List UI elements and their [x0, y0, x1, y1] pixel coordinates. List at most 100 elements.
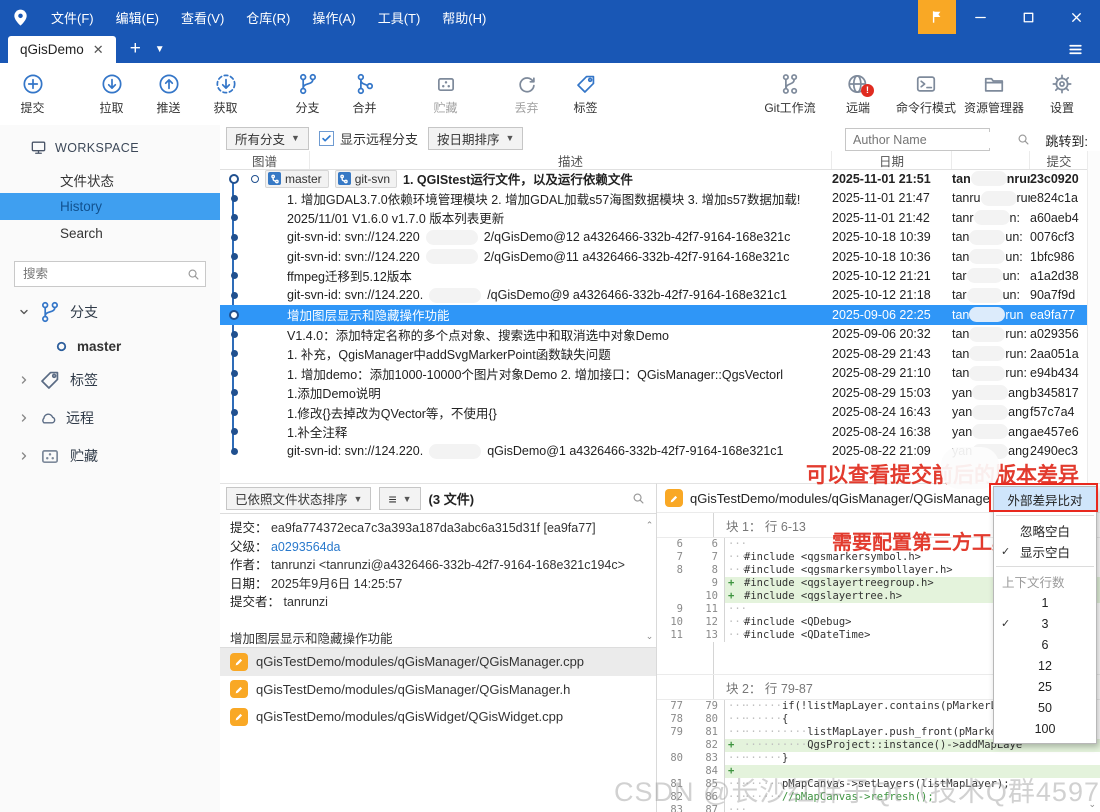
tag-icon [39, 369, 61, 391]
sidebar-section-贮藏[interactable]: 贮藏 [0, 437, 220, 475]
chevron-right-icon[interactable] [18, 450, 30, 462]
flag-button[interactable] [918, 0, 956, 34]
history-row[interactable]: 1.添加Demo说明 2025-08-29 15:03 yan ang b345817 [220, 383, 1088, 402]
scroll-up-icon[interactable]: ⌃ [646, 516, 654, 535]
sidebar-section-远程[interactable]: 远程 [0, 399, 220, 437]
menubar-item[interactable]: 文件(F) [40, 0, 105, 34]
commit-hash: f57c7a4 [1030, 405, 1075, 420]
file-row[interactable]: qGisTestDemo/modules/qGisManager/QGisMan… [220, 676, 656, 704]
censor-blob [970, 171, 1007, 187]
tab-qgisdemo[interactable]: qGisDemo ✕ [8, 36, 116, 63]
toolbar-gitflow-button[interactable]: Git工作流 [756, 72, 824, 116]
menubar-item[interactable]: 帮助(H) [431, 0, 497, 34]
menubar-item[interactable]: 编辑(E) [105, 0, 170, 34]
sidebar-search[interactable] [14, 261, 206, 287]
chevron-right-icon[interactable] [18, 412, 30, 424]
history-row[interactable]: 1.补全注释 2025-08-24 16:38 yan ang ae457e6 [220, 422, 1088, 441]
history-row[interactable]: git-svn-id: svn://124.220 2/qGisDemo@11 a… [220, 247, 1088, 266]
code-text: #include <qgslayertree.h> [744, 590, 903, 602]
detail-scrollbar[interactable]: ⌃ ⌄ [644, 516, 655, 645]
toolbar-remote-button[interactable]: ! 远端 [824, 72, 892, 116]
commit-description: 1. 增加GDAL3.7.0依赖环境管理模块 2. 增加GDAL加载s57海图数… [248, 189, 832, 208]
parent-commit-link[interactable]: a0293564da [271, 540, 341, 554]
author-filter[interactable] [845, 128, 1029, 151]
branch-badge-git-svn[interactable]: git-svn [334, 169, 398, 188]
toolbar-item-label: 标签 [573, 101, 598, 115]
toolbar-push-button[interactable]: 推送 [140, 72, 197, 116]
author-fragment: nrur [1006, 171, 1030, 186]
detail-line: 父级： a0293564da [230, 538, 642, 557]
hamburger-menu-icon[interactable] [1067, 41, 1084, 58]
minimize-button[interactable] [956, 0, 1004, 34]
history-row[interactable]: master git-svn 1. QGIStest运行文件，以及运行依赖文件 202… [220, 169, 1088, 188]
history-row[interactable]: 增加图层显示和隐藏操作功能 2025-09-06 22:25 tan run ea9fa… [220, 305, 1088, 325]
censor-blob [969, 365, 1006, 381]
graph-node [220, 227, 248, 246]
branch-filter-dropdown[interactable]: 所有分支 ▼ [226, 126, 309, 150]
commit-dot-icon [230, 272, 238, 280]
commit-dot-icon [230, 253, 238, 261]
tab-close-icon[interactable]: ✕ [93, 42, 104, 58]
toolbar-terminal-button[interactable]: 命令行模式 [892, 72, 960, 116]
history-row[interactable]: git-svn-id: svn://124.220 2/qGisDemo@12 a… [220, 227, 1088, 246]
history-row[interactable]: 1.修改{}去掉改为QVector等，不使用{} 2025-08-24 16:43… [220, 402, 1088, 421]
chevron-right-icon[interactable] [18, 374, 30, 386]
file-row[interactable]: qGisTestDemo/modules/qGisManager/QGisMan… [220, 648, 656, 676]
history-row[interactable]: 1. 增加GDAL3.7.0依赖环境管理模块 2. 增加GDAL加载s57海图数… [220, 188, 1088, 207]
commit-date: 2025-11-01 21:47 [832, 191, 930, 206]
toolbar-settings-button[interactable]: 设置 [1028, 72, 1096, 116]
view-mode-dropdown[interactable]: ≡ ▼ [379, 487, 421, 510]
history-row[interactable]: 2025/11/01 V1.6.0 v1.7.0 版本列表更新 2025-11-0… [220, 208, 1088, 227]
history-row[interactable]: ffmpeg迁移到5.12版本 2025-10-12 21:21 tar un: a1a… [220, 266, 1088, 285]
sidebar-item-search[interactable]: Search [0, 220, 220, 247]
show-remote-checkbox[interactable]: 显示远程分支 [318, 129, 418, 148]
menu-item-1[interactable]: 1 [994, 592, 1096, 613]
menu-item-显示空白[interactable]: ✓ 显示空白 [994, 541, 1096, 562]
menu-item-25[interactable]: 25 [994, 676, 1096, 697]
author-filter-input[interactable] [851, 131, 1016, 148]
toolbar-tag-button[interactable]: 标签 [557, 72, 614, 116]
menubar-item[interactable]: 仓库(R) [235, 0, 301, 34]
sidebar-search-input[interactable] [21, 266, 186, 282]
menu-item-6[interactable]: 6 [994, 634, 1096, 655]
file-sort-dropdown[interactable]: 已依照文件状态排序 ▼ [226, 487, 372, 510]
close-button[interactable] [1052, 0, 1100, 34]
sort-dropdown[interactable]: 按日期排序 ▼ [427, 126, 524, 150]
menu-item-label: 忽略空白 [1019, 525, 1070, 539]
toolbar-fetch-button[interactable]: 获取 [197, 72, 254, 116]
toolbar-branch-button[interactable]: 分支 [279, 72, 336, 116]
whitespace-dots: ·········· [744, 739, 808, 751]
menubar-item[interactable]: 查看(V) [170, 0, 235, 34]
menu-item-忽略空白[interactable]: 忽略空白 [994, 520, 1096, 541]
toolbar-explorer-button[interactable]: 资源管理器 [960, 72, 1028, 116]
sidebar-item-文件状态[interactable]: 文件状态 [0, 166, 220, 193]
file-row[interactable]: qGisTestDemo/modules/qGisWidget/QGisWidg… [220, 703, 656, 731]
scroll-down-icon[interactable]: ⌄ [646, 627, 654, 646]
menubar-item[interactable]: 操作(A) [301, 0, 366, 34]
history-row[interactable]: git-svn-id: svn://124.220. /qGisDemo@9 a4… [220, 286, 1088, 305]
menubar-item[interactable]: 工具(T) [367, 0, 432, 34]
sidebar-section-标签[interactable]: 标签 [0, 361, 220, 399]
chevron-down-icon[interactable] [18, 306, 30, 318]
menu-item-12[interactable]: 12 [994, 655, 1096, 676]
maximize-button[interactable] [1004, 0, 1052, 34]
history-row[interactable]: 1. 增加demo：添加1000-10000个图片对象Demo 2. 增加接口：… [220, 364, 1088, 383]
code-text: #include <qgslayertreegroup.h> [744, 577, 934, 589]
tab-dropdown-icon[interactable]: ▼ [155, 44, 165, 55]
new-tab-button[interactable]: + [130, 38, 141, 60]
menu-item-50[interactable]: 50 [994, 697, 1096, 718]
censor-blob [972, 404, 1009, 420]
menu-item-100[interactable]: 100 [994, 718, 1096, 739]
toolbar-commit-button[interactable]: 提交 [4, 72, 61, 116]
toolbar-pull-button[interactable]: 拉取 [83, 72, 140, 116]
sidebar-section-分支[interactable]: 分支 [0, 293, 220, 331]
detail-line: 提交： ea9fa774372eca7c3a393a187da3abc6a315… [230, 519, 642, 538]
search-icon[interactable] [631, 491, 646, 506]
menu-item-3[interactable]: ✓ 3 [994, 613, 1096, 634]
history-row[interactable]: 1. 补充，QgisManager中addSvgMarkerPoint函数缺失问… [220, 344, 1088, 363]
sidebar-item-history[interactable]: History [0, 193, 220, 220]
branch-badge-master[interactable]: master [265, 169, 329, 188]
toolbar-merge-button[interactable]: 合并 [336, 72, 393, 116]
history-row[interactable]: V1.4.0：添加特定名称的多个点对象、搜索选中和取消选中对象Demo 2025-… [220, 325, 1088, 344]
sidebar-branch-master[interactable]: master [0, 331, 220, 361]
